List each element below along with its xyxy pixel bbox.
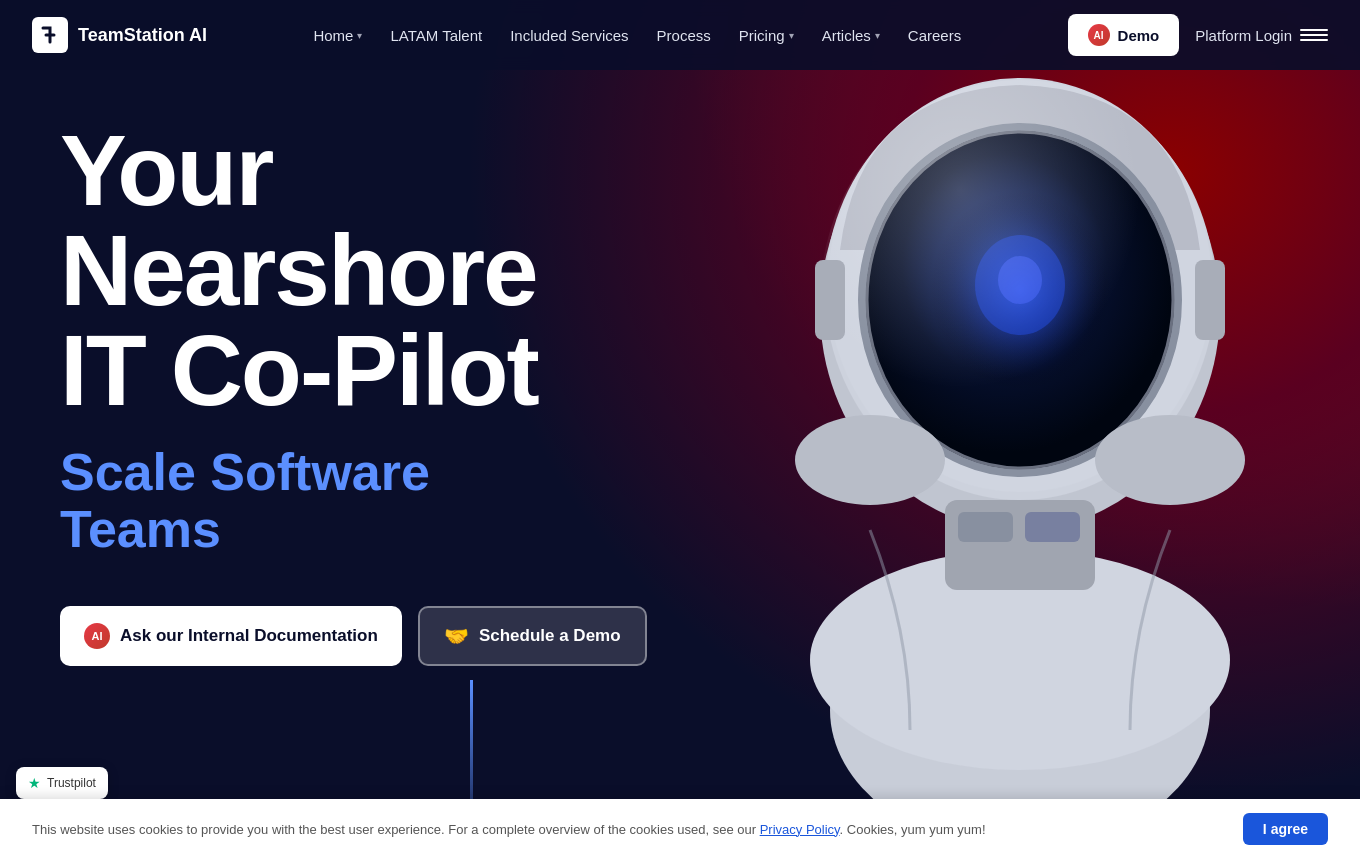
schedule-icon: 🤝 — [444, 624, 469, 648]
brand-logo-icon — [32, 17, 68, 53]
ai-badge-icon: AI — [84, 623, 110, 649]
nav-link-services[interactable]: Included Services — [498, 21, 640, 50]
cookie-banner: This website uses cookies to provide you… — [0, 799, 1360, 859]
trustpilot-stars: ★ — [28, 775, 41, 791]
nav-link-home[interactable]: Home ▾ — [301, 21, 374, 50]
hero-headline: Your Nearshore IT Co-Pilot — [60, 120, 647, 420]
ai-icon: AI — [1088, 24, 1110, 46]
svg-rect-21 — [1025, 512, 1080, 542]
nav-item-process[interactable]: Process — [645, 21, 723, 50]
nav-link-process[interactable]: Process — [645, 21, 723, 50]
hero-subheadline: Scale Software Teams — [60, 444, 647, 558]
svg-rect-20 — [958, 512, 1013, 542]
brand-logo-link[interactable]: TeamStation AI — [32, 17, 207, 53]
privacy-policy-link[interactable]: Privacy Policy — [760, 822, 840, 837]
nav-link-pricing[interactable]: Pricing ▾ — [727, 21, 806, 50]
demo-button[interactable]: AI Demo — [1068, 14, 1180, 56]
brand-name: TeamStation AI — [78, 25, 207, 46]
hero-astronaut-image — [680, 0, 1360, 859]
layers-icon — [1300, 25, 1328, 45]
nav-item-pricing[interactable]: Pricing ▾ — [727, 21, 806, 50]
platform-login-link[interactable]: Platform Login — [1195, 25, 1328, 45]
nav-item-services[interactable]: Included Services — [498, 21, 640, 50]
trustpilot-label: Trustpilot — [47, 776, 96, 790]
nav-item-careers[interactable]: Careers — [896, 21, 973, 50]
hero-buttons: AI Ask our Internal Documentation 🤝 Sche… — [60, 606, 647, 666]
nav-item-latam[interactable]: LATAM Talent — [378, 21, 494, 50]
nav-link-latam[interactable]: LATAM Talent — [378, 21, 494, 50]
chevron-down-icon: ▾ — [357, 30, 362, 41]
svg-rect-16 — [1195, 260, 1225, 340]
nav-link-articles[interactable]: Articles ▾ — [810, 21, 892, 50]
cookie-agree-button[interactable]: I agree — [1243, 813, 1328, 845]
nav-link-careers[interactable]: Careers — [896, 21, 973, 50]
cookie-message: This website uses cookies to provide you… — [32, 822, 1227, 837]
hero-section: Your Nearshore IT Co-Pilot Scale Softwar… — [0, 0, 1360, 859]
ask-docs-button[interactable]: AI Ask our Internal Documentation — [60, 606, 402, 666]
hero-content: Your Nearshore IT Co-Pilot Scale Softwar… — [60, 120, 647, 666]
svg-rect-15 — [815, 260, 845, 340]
nav-item-home[interactable]: Home ▾ — [301, 21, 374, 50]
trustpilot-widget[interactable]: ★ Trustpilot — [16, 767, 108, 799]
nav-item-articles[interactable]: Articles ▾ — [810, 21, 892, 50]
chevron-down-icon: ▾ — [875, 30, 880, 41]
navigation: TeamStation AI Home ▾ LATAM Talent Inclu… — [0, 0, 1360, 70]
svg-point-18 — [1095, 415, 1245, 505]
nav-actions: AI Demo Platform Login — [1068, 14, 1328, 56]
schedule-demo-button[interactable]: 🤝 Schedule a Demo — [418, 606, 647, 666]
chevron-down-icon: ▾ — [789, 30, 794, 41]
svg-point-17 — [795, 415, 945, 505]
nav-links-list: Home ▾ LATAM Talent Included Services Pr… — [301, 21, 973, 50]
